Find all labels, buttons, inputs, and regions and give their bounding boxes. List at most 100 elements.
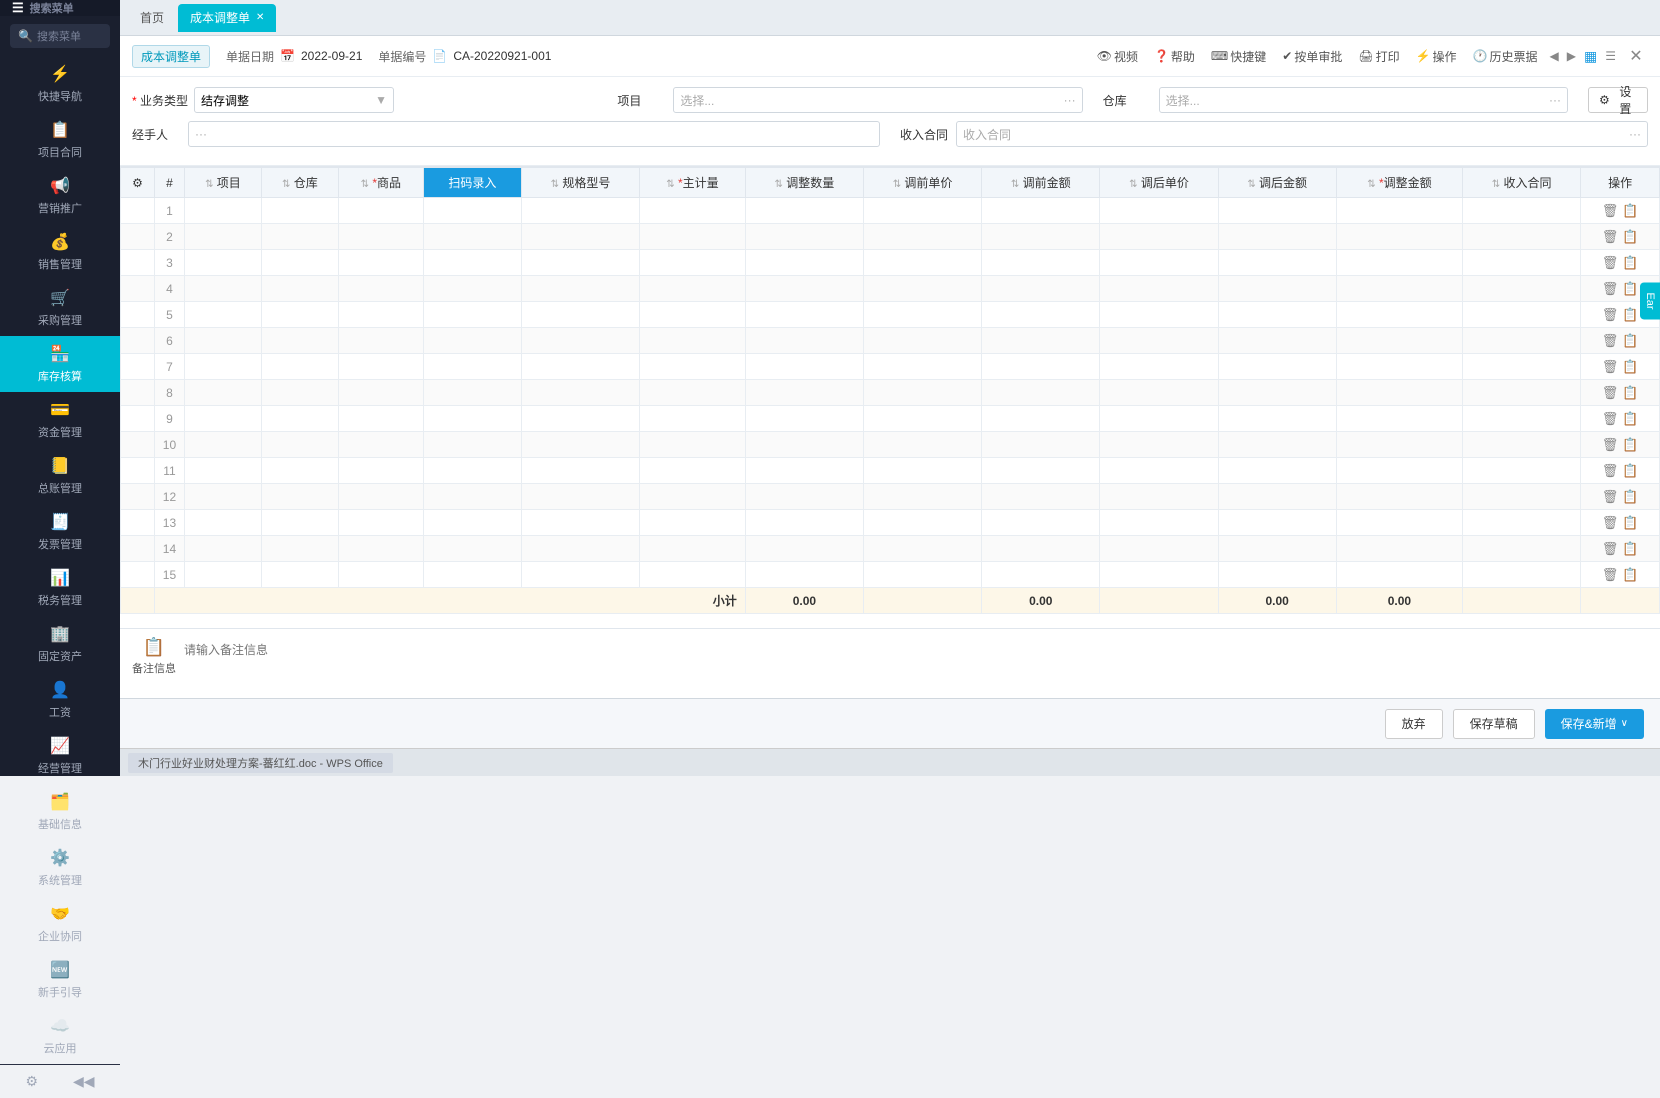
pre-amount-cell[interactable]: [982, 510, 1100, 536]
warehouse-cell[interactable]: [261, 510, 338, 536]
delete-row-icon[interactable]: 🗑: [1602, 411, 1619, 427]
sidebar-item-fund-management[interactable]: 💳 资金管理: [0, 392, 120, 448]
help-action[interactable]: ❓ 帮助: [1150, 46, 1199, 67]
income-contract-cell[interactable]: [1463, 328, 1581, 354]
scan-cell[interactable]: [423, 510, 521, 536]
adj-amount-cell[interactable]: [1336, 484, 1462, 510]
scan-cell[interactable]: [423, 432, 521, 458]
delete-row-icon[interactable]: 🗑: [1602, 463, 1619, 479]
post-unit-price-cell[interactable]: [1100, 224, 1218, 250]
post-unit-price-cell[interactable]: [1100, 432, 1218, 458]
post-unit-price-cell[interactable]: [1100, 354, 1218, 380]
project-cell[interactable]: [184, 432, 261, 458]
copy-row-icon[interactable]: 📋: [1622, 281, 1638, 297]
product-cell[interactable]: [338, 380, 423, 406]
th-scan-input[interactable]: 扫码录入: [423, 168, 521, 198]
adj-qty-cell[interactable]: [745, 536, 863, 562]
project-input[interactable]: 选择... ···: [673, 87, 1082, 113]
sidebar-item-tax[interactable]: 📊 税务管理: [0, 560, 120, 616]
pre-unit-price-cell[interactable]: [863, 432, 981, 458]
adj-amount-cell[interactable]: [1336, 510, 1462, 536]
th-pre-amount[interactable]: ⇅ 调前金额: [982, 168, 1100, 198]
adj-qty-cell[interactable]: [745, 302, 863, 328]
pre-unit-price-cell[interactable]: [863, 250, 981, 276]
copy-row-icon[interactable]: 📋: [1622, 489, 1638, 505]
view-list-icon[interactable]: ☰: [1605, 49, 1616, 63]
project-cell[interactable]: [184, 510, 261, 536]
product-cell[interactable]: [338, 224, 423, 250]
post-unit-price-cell[interactable]: [1100, 250, 1218, 276]
scan-cell[interactable]: [423, 406, 521, 432]
sidebar-item-inventory[interactable]: 🏪 库存核算: [0, 336, 120, 392]
adj-qty-cell[interactable]: [745, 432, 863, 458]
adj-amount-cell[interactable]: [1336, 458, 1462, 484]
copy-row-icon[interactable]: 📋: [1622, 411, 1638, 427]
warehouse-cell[interactable]: [261, 250, 338, 276]
product-cell[interactable]: [338, 484, 423, 510]
pre-unit-price-cell[interactable]: [863, 276, 981, 302]
spec-cell[interactable]: [521, 250, 639, 276]
search-inner[interactable]: 🔍 搜索菜单: [10, 24, 110, 48]
adj-qty-cell[interactable]: [745, 406, 863, 432]
sidebar-item-enterprise[interactable]: 🤝 企业协同: [0, 896, 120, 952]
post-amount-cell[interactable]: [1218, 536, 1336, 562]
project-cell[interactable]: [184, 250, 261, 276]
spec-cell[interactable]: [521, 510, 639, 536]
post-unit-price-cell[interactable]: [1100, 406, 1218, 432]
spec-cell[interactable]: [521, 328, 639, 354]
copy-row-icon[interactable]: 📋: [1622, 567, 1638, 583]
tab-home[interactable]: 首页: [128, 4, 176, 32]
delete-row-icon[interactable]: 🗑: [1602, 333, 1619, 349]
post-amount-cell[interactable]: [1218, 406, 1336, 432]
shortcut-action[interactable]: ⌨ 快捷键: [1207, 46, 1270, 67]
income-contract-cell[interactable]: [1463, 250, 1581, 276]
adj-qty-cell[interactable]: [745, 380, 863, 406]
th-post-amount[interactable]: ⇅ 调后金额: [1218, 168, 1336, 198]
th-project[interactable]: ⇅ 项目: [184, 168, 261, 198]
post-amount-cell[interactable]: [1218, 510, 1336, 536]
delete-row-icon[interactable]: 🗑: [1602, 489, 1619, 505]
warehouse-cell[interactable]: [261, 406, 338, 432]
product-cell[interactable]: [338, 354, 423, 380]
spec-cell[interactable]: [521, 484, 639, 510]
pre-unit-price-cell[interactable]: [863, 328, 981, 354]
view-action[interactable]: 👁 视频: [1093, 46, 1142, 67]
th-adj-amount[interactable]: ⇅ *调整金额: [1336, 168, 1462, 198]
pre-amount-cell[interactable]: [982, 458, 1100, 484]
pre-amount-cell[interactable]: [982, 432, 1100, 458]
post-unit-price-cell[interactable]: [1100, 302, 1218, 328]
scan-cell[interactable]: [423, 354, 521, 380]
pre-amount-cell[interactable]: [982, 224, 1100, 250]
spec-cell[interactable]: [521, 536, 639, 562]
pre-unit-price-cell[interactable]: [863, 406, 981, 432]
view-grid-icon[interactable]: ▦: [1584, 48, 1597, 65]
warehouse-cell[interactable]: [261, 380, 338, 406]
print-action[interactable]: 🖨 打印: [1354, 46, 1403, 67]
product-cell[interactable]: [338, 432, 423, 458]
delete-row-icon[interactable]: 🗑: [1602, 203, 1619, 219]
post-unit-price-cell[interactable]: [1100, 536, 1218, 562]
scan-cell[interactable]: [423, 536, 521, 562]
post-amount-cell[interactable]: [1218, 302, 1336, 328]
sidebar-item-invoice[interactable]: 🧾 发票管理: [0, 504, 120, 560]
sidebar-search[interactable]: 🔍 搜索菜单: [0, 16, 120, 56]
unit-cell[interactable]: [640, 328, 746, 354]
sidebar-item-fixed-assets[interactable]: 🏢 固定资产: [0, 616, 120, 672]
post-unit-price-cell[interactable]: [1100, 562, 1218, 588]
copy-row-icon[interactable]: 📋: [1622, 255, 1638, 271]
post-unit-price-cell[interactable]: [1100, 484, 1218, 510]
post-amount-cell[interactable]: [1218, 276, 1336, 302]
project-cell[interactable]: [184, 354, 261, 380]
adj-qty-cell[interactable]: [745, 484, 863, 510]
review-action[interactable]: ✔ 按单审批: [1278, 46, 1346, 67]
income-contract-cell[interactable]: [1463, 198, 1581, 224]
copy-row-icon[interactable]: 📋: [1622, 463, 1638, 479]
sidebar-item-new-guide[interactable]: 🆕 新手引导: [0, 952, 120, 1008]
scan-cell[interactable]: [423, 198, 521, 224]
unit-cell[interactable]: [640, 432, 746, 458]
product-cell[interactable]: [338, 276, 423, 302]
pre-unit-price-cell[interactable]: [863, 510, 981, 536]
project-cell[interactable]: [184, 198, 261, 224]
post-unit-price-cell[interactable]: [1100, 198, 1218, 224]
project-cell[interactable]: [184, 302, 261, 328]
